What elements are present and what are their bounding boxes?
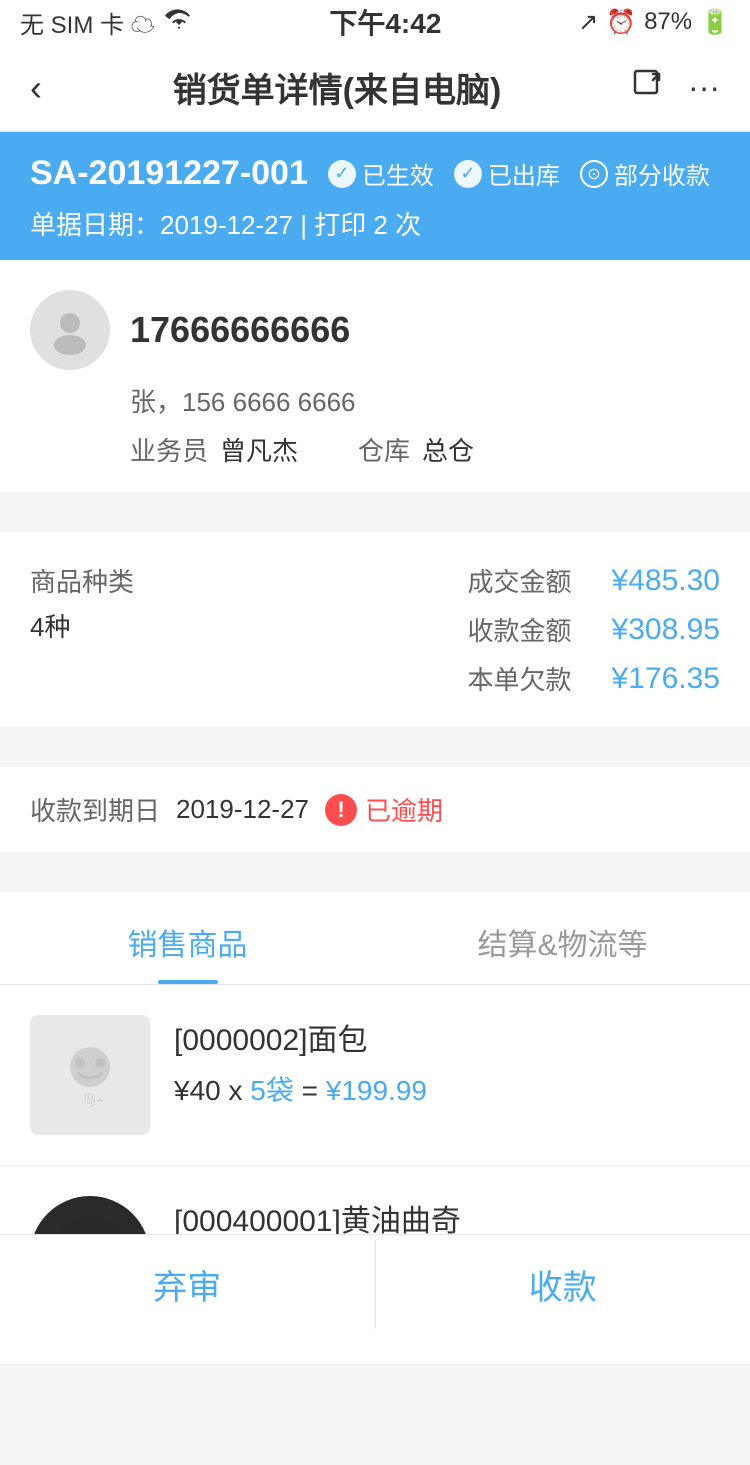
collect-payment-button[interactable]: 收款 <box>376 1240 750 1329</box>
wifi-icon <box>165 8 193 36</box>
status-right: ↗ ⏰ 87% 🔋 <box>578 8 730 37</box>
category-label: 商品种类 <box>30 562 134 599</box>
battery-text: 87% <box>644 8 692 36</box>
badge-effective: ✓ 已生效 <box>328 156 434 191</box>
received-value: ¥308.95 <box>612 613 720 647</box>
customer-meta: 业务员 曾凡杰 仓库 总仓 <box>30 431 720 468</box>
tab-settlement[interactable]: 结算&物流等 <box>375 892 750 984</box>
warehouse-value: 总仓 <box>422 431 474 468</box>
stats-right: 成交金额 ¥485.30 收款金额 ¥308.95 本单欠款 ¥176.35 <box>468 562 720 697</box>
product-total-1: ¥199.99 <box>326 1075 427 1106</box>
stats-section: 商品种类 4种 成交金额 ¥485.30 收款金额 ¥308.95 本单欠款 ¥… <box>0 532 750 727</box>
battery-icon: 🔋 <box>700 8 730 37</box>
received-label: 收款金额 <box>468 611 572 648</box>
overdue-icon: ! <box>325 794 357 826</box>
owed-value: ¥176.35 <box>612 662 720 696</box>
due-date: 2019-12-27 <box>176 794 309 825</box>
badge-partial: ⊙ 部分收款 <box>580 156 710 191</box>
customer-contact: 张，156 6666 6666 <box>30 382 720 419</box>
customer-section: 17666666666 张，156 6666 6666 业务员 曾凡杰 仓库 总… <box>0 260 750 492</box>
received-row: 收款金额 ¥308.95 <box>468 611 720 648</box>
bottom-bar: 弃审 收款 <box>0 1234 750 1334</box>
abandon-review-button[interactable]: 弃审 <box>0 1240 376 1329</box>
product-image-1: 鸟+ <box>30 1015 150 1135</box>
avatar <box>30 290 110 370</box>
bottom-spacer <box>0 1365 750 1465</box>
sales-value: 曾凡杰 <box>220 431 298 468</box>
status-bar: 无 SIM 卡 ☁ 下午4:42 ↗ ⏰ 87% 🔋 <box>0 0 750 44</box>
svg-text:鸟+: 鸟+ <box>82 1092 104 1108</box>
owed-label: 本单欠款 <box>468 660 572 697</box>
warehouse-label: 仓库 <box>358 431 410 468</box>
overdue-badge: ! 已逾期 <box>325 791 443 828</box>
status-time: 下午4:42 <box>329 2 441 42</box>
amount-value: ¥485.30 <box>612 564 720 598</box>
tabs-bar: 销售商品 结算&物流等 <box>0 892 750 985</box>
back-button[interactable]: ‹ <box>30 67 42 109</box>
tab-sales-products[interactable]: 销售商品 <box>0 892 375 984</box>
divider-2 <box>0 727 750 747</box>
product-name-1: [0000002]面包 <box>174 1015 720 1059</box>
product-item: 鸟+ [0000002]面包 ¥40 x 5袋 = ¥199.99 <box>0 985 750 1166</box>
amount-row: 成交金额 ¥485.30 <box>468 562 720 599</box>
order-number: SA-20191227-001 <box>30 154 308 193</box>
order-header: SA-20191227-001 ✓ 已生效 ✓ 已出库 ⊙ 部分收款 单据日期：… <box>0 132 750 260</box>
check-icon-2: ✓ <box>454 160 482 188</box>
product-qty-1: 5袋 <box>250 1075 294 1106</box>
page-title: 销货单详情(来自电脑) <box>173 63 502 112</box>
due-section: 收款到期日 2019-12-27 ! 已逾期 <box>0 767 750 852</box>
share-icon[interactable] <box>632 68 664 108</box>
location-icon: ↗ <box>578 8 598 37</box>
more-icon[interactable]: ··· <box>688 69 720 106</box>
sales-label: 业务员 <box>130 431 208 468</box>
nav-actions: ··· <box>632 68 720 108</box>
banner-sub: 单据日期：2019-12-27 | 打印 2 次 <box>30 205 720 242</box>
divider-3 <box>0 852 750 872</box>
warehouse: 仓库 总仓 <box>358 431 474 468</box>
clock-icon: ⊙ <box>580 160 608 188</box>
category-value: 4种 <box>30 607 134 644</box>
badge-shipped: ✓ 已出库 <box>454 156 560 191</box>
amount-label: 成交金额 <box>468 562 572 599</box>
customer-row: 17666666666 <box>30 290 720 370</box>
divider-1 <box>0 492 750 512</box>
no-sim-text: 无 SIM 卡 ☁ <box>20 5 155 40</box>
stats-left: 商品种类 4种 <box>30 562 134 644</box>
alarm-icon: ⏰ <box>606 8 636 37</box>
banner-top: SA-20191227-001 ✓ 已生效 ✓ 已出库 ⊙ 部分收款 <box>30 154 720 193</box>
customer-id: 17666666666 <box>130 309 350 351</box>
nav-bar: ‹ 销货单详情(来自电脑) ··· <box>0 44 750 132</box>
due-label: 收款到期日 <box>30 791 160 828</box>
owed-row: 本单欠款 ¥176.35 <box>468 660 720 697</box>
check-icon-1: ✓ <box>328 160 356 188</box>
status-left: 无 SIM 卡 ☁ <box>20 5 193 40</box>
overdue-text: 已逾期 <box>365 791 443 828</box>
sales-person: 业务员 曾凡杰 <box>130 431 298 468</box>
product-price-1: ¥40 x 5袋 = ¥199.99 <box>174 1069 720 1109</box>
product-info-1: [0000002]面包 ¥40 x 5袋 = ¥199.99 <box>174 1015 720 1109</box>
